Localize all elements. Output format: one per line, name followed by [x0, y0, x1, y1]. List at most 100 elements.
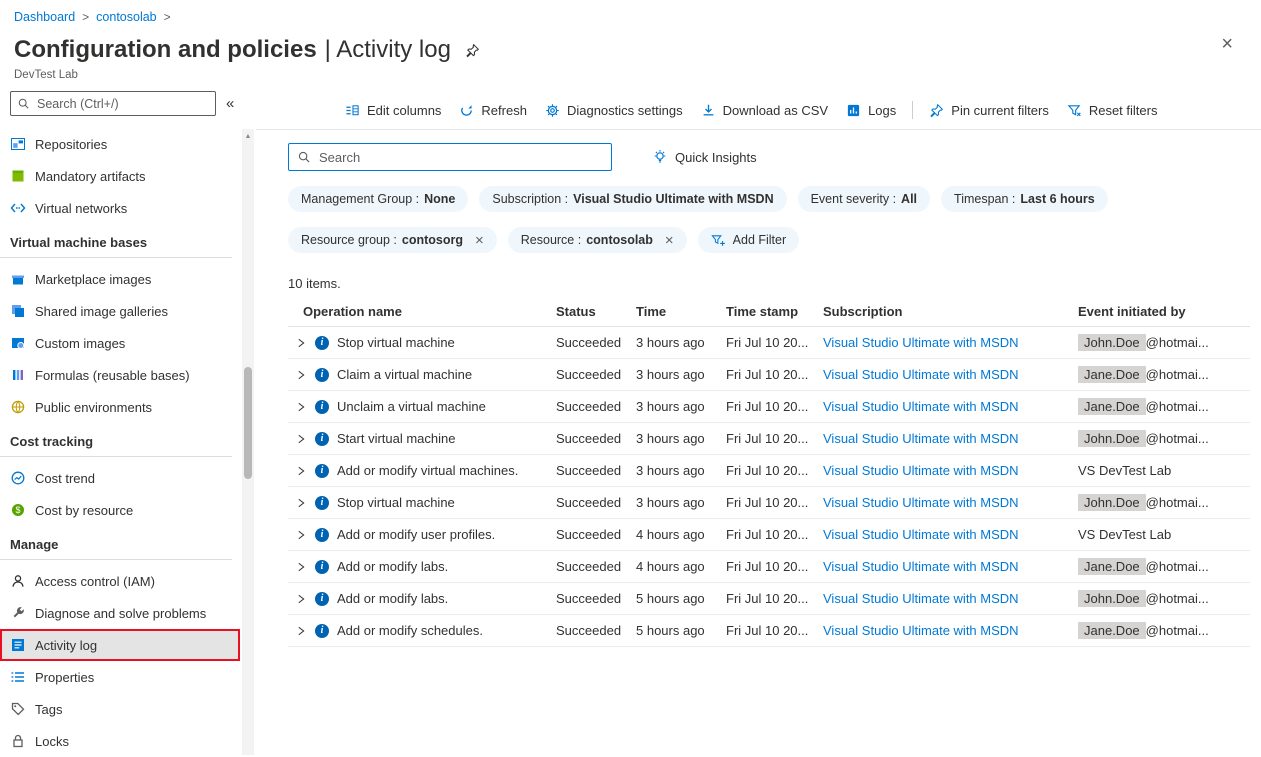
expand-chevron-icon[interactable] [295, 529, 307, 541]
table-row[interactable]: Stop virtual machine Succeeded 3 hours a… [288, 487, 1250, 519]
add-filter-button[interactable]: Add Filter [698, 227, 800, 253]
remove-filter-icon[interactable]: × [665, 233, 674, 248]
time-cell: 4 hours ago [636, 527, 726, 542]
expand-chevron-icon[interactable] [295, 465, 307, 477]
expand-chevron-icon[interactable] [295, 625, 307, 637]
subscription-link[interactable]: Visual Studio Ultimate with MSDN [823, 463, 1019, 478]
expand-chevron-icon[interactable] [295, 497, 307, 509]
initiator-name: Jane.Doe [1078, 366, 1146, 383]
breadcrumb-contosolab[interactable]: contosolab [96, 10, 156, 24]
timestamp-cell: Fri Jul 10 20... [726, 495, 823, 510]
sidebar-collapse-button[interactable]: « [222, 95, 238, 112]
remove-filter-icon[interactable]: × [475, 233, 484, 248]
sidebar-item-marketplace-images[interactable]: Marketplace images [0, 263, 240, 295]
wrench-icon [10, 605, 26, 621]
initiator-cell: VS DevTest Lab [1078, 527, 1250, 542]
sidebar-item-diagnose[interactable]: Diagnose and solve problems [0, 597, 240, 629]
sidebar-item-properties[interactable]: Properties [0, 661, 240, 693]
sidebar-scrollbar[interactable]: ▲ [242, 129, 254, 755]
time-cell: 3 hours ago [636, 399, 726, 414]
sidebar-section-cost-tracking: Cost tracking [0, 423, 232, 457]
filter-pill-resource[interactable]: Resource :contosolab × [508, 227, 687, 253]
download-csv-button[interactable]: Download as CSV [692, 96, 838, 124]
breadcrumb-dashboard[interactable]: Dashboard [14, 10, 75, 24]
subscription-link[interactable]: Visual Studio Ultimate with MSDN [823, 495, 1019, 510]
filter-pill-resource-group[interactable]: Resource group :contosorg × [288, 227, 497, 253]
activity-search-input[interactable] [317, 149, 603, 166]
pin-current-filters-button[interactable]: Pin current filters [920, 96, 1058, 124]
expand-chevron-icon[interactable] [295, 593, 307, 605]
sidebar-item-repositories[interactable]: Repositories [0, 128, 240, 160]
diagnostics-settings-button[interactable]: Diagnostics settings [536, 96, 692, 124]
table-row[interactable]: Start virtual machine Succeeded 3 hours … [288, 423, 1250, 455]
timestamp-cell: Fri Jul 10 20... [726, 431, 823, 446]
sidebar-item-virtual-networks[interactable]: Virtual networks [0, 192, 240, 224]
subscription-link[interactable]: Visual Studio Ultimate with MSDN [823, 591, 1019, 606]
col-operation-name[interactable]: Operation name [288, 304, 556, 319]
timestamp-cell: Fri Jul 10 20... [726, 527, 823, 542]
sidebar-item-formulas[interactable]: Formulas (reusable bases) [0, 359, 240, 391]
logs-button[interactable]: Logs [837, 96, 905, 124]
close-blade-icon[interactable]: × [1221, 34, 1233, 54]
sidebar-item-shared-image-galleries[interactable]: Shared image galleries [0, 295, 240, 327]
expand-chevron-icon[interactable] [295, 433, 307, 445]
table-row[interactable]: Add or modify labs. Succeeded 5 hours ag… [288, 583, 1250, 615]
filter-pill-management-group[interactable]: Management Group :None [288, 186, 468, 212]
table-row[interactable]: Add or modify user profiles. Succeeded 4… [288, 519, 1250, 551]
info-icon [315, 400, 329, 414]
initiator-name: Jane.Doe [1078, 558, 1146, 575]
subscription-link[interactable]: Visual Studio Ultimate with MSDN [823, 335, 1019, 350]
subscription-link[interactable]: Visual Studio Ultimate with MSDN [823, 431, 1019, 446]
info-icon [315, 592, 329, 606]
sidebar-search-input[interactable] [35, 96, 209, 112]
sidebar-item-public-environments[interactable]: Public environments [0, 391, 240, 423]
sidebar-item-tags[interactable]: Tags [0, 693, 240, 725]
edit-columns-icon [345, 103, 360, 118]
quick-insights-button[interactable]: Quick Insights [652, 149, 757, 165]
sidebar-item-activity-log[interactable]: Activity log [0, 629, 240, 661]
subscription-link[interactable]: Visual Studio Ultimate with MSDN [823, 399, 1019, 414]
sidebar-item-locks[interactable]: Locks [0, 725, 240, 757]
custom-images-icon [10, 335, 26, 351]
filter-pill-event-severity[interactable]: Event severity :All [798, 186, 930, 212]
col-time[interactable]: Time [636, 304, 726, 319]
operation-name: Add or modify virtual machines. [337, 463, 518, 478]
pin-blade-icon[interactable] [465, 43, 480, 58]
sidebar-item-cost-trend[interactable]: Cost trend [0, 462, 240, 494]
subscription-link[interactable]: Visual Studio Ultimate with MSDN [823, 527, 1019, 542]
subscription-link[interactable]: Visual Studio Ultimate with MSDN [823, 367, 1019, 382]
table-row[interactable]: Add or modify virtual machines. Succeede… [288, 455, 1250, 487]
table-row[interactable]: Add or modify labs. Succeeded 4 hours ag… [288, 551, 1250, 583]
reset-filters-button[interactable]: Reset filters [1058, 96, 1167, 124]
sidebar-item-custom-images[interactable]: Custom images [0, 327, 240, 359]
expand-chevron-icon[interactable] [295, 401, 307, 413]
time-cell: 3 hours ago [636, 495, 726, 510]
refresh-button[interactable]: Refresh [450, 96, 536, 124]
filter-pill-timespan[interactable]: Timespan :Last 6 hours [941, 186, 1108, 212]
subscription-link[interactable]: Visual Studio Ultimate with MSDN [823, 623, 1019, 638]
scrollbar-up-icon[interactable]: ▲ [242, 129, 254, 140]
initiator-name: John.Doe [1078, 430, 1146, 447]
expand-chevron-icon[interactable] [295, 561, 307, 573]
sidebar-item-access-control[interactable]: Access control (IAM) [0, 565, 240, 597]
filter-pills-row-1: Management Group :None Subscription :Vis… [288, 186, 1261, 212]
edit-columns-button[interactable]: Edit columns [336, 96, 450, 124]
sidebar-item-cost-by-resource[interactable]: $ Cost by resource [0, 494, 240, 526]
sidebar-scrollbar-thumb[interactable] [244, 367, 252, 479]
sidebar-item-mandatory-artifacts[interactable]: Mandatory artifacts [0, 160, 240, 192]
expand-chevron-icon[interactable] [295, 369, 307, 381]
filter-pill-subscription[interactable]: Subscription :Visual Studio Ultimate wit… [479, 186, 786, 212]
info-icon [315, 368, 329, 382]
info-icon [315, 496, 329, 510]
table-row[interactable]: Unclaim a virtual machine Succeeded 3 ho… [288, 391, 1250, 423]
col-subscription[interactable]: Subscription [823, 304, 1078, 319]
tag-icon [10, 701, 26, 717]
col-time-stamp[interactable]: Time stamp [726, 304, 823, 319]
col-status[interactable]: Status [556, 304, 636, 319]
table-row[interactable]: Claim a virtual machine Succeeded 3 hour… [288, 359, 1250, 391]
expand-chevron-icon[interactable] [295, 337, 307, 349]
col-event-initiated-by[interactable]: Event initiated by [1078, 304, 1250, 319]
table-row[interactable]: Stop virtual machine Succeeded 3 hours a… [288, 327, 1250, 359]
table-row[interactable]: Add or modify schedules. Succeeded 5 hou… [288, 615, 1250, 647]
subscription-link[interactable]: Visual Studio Ultimate with MSDN [823, 559, 1019, 574]
